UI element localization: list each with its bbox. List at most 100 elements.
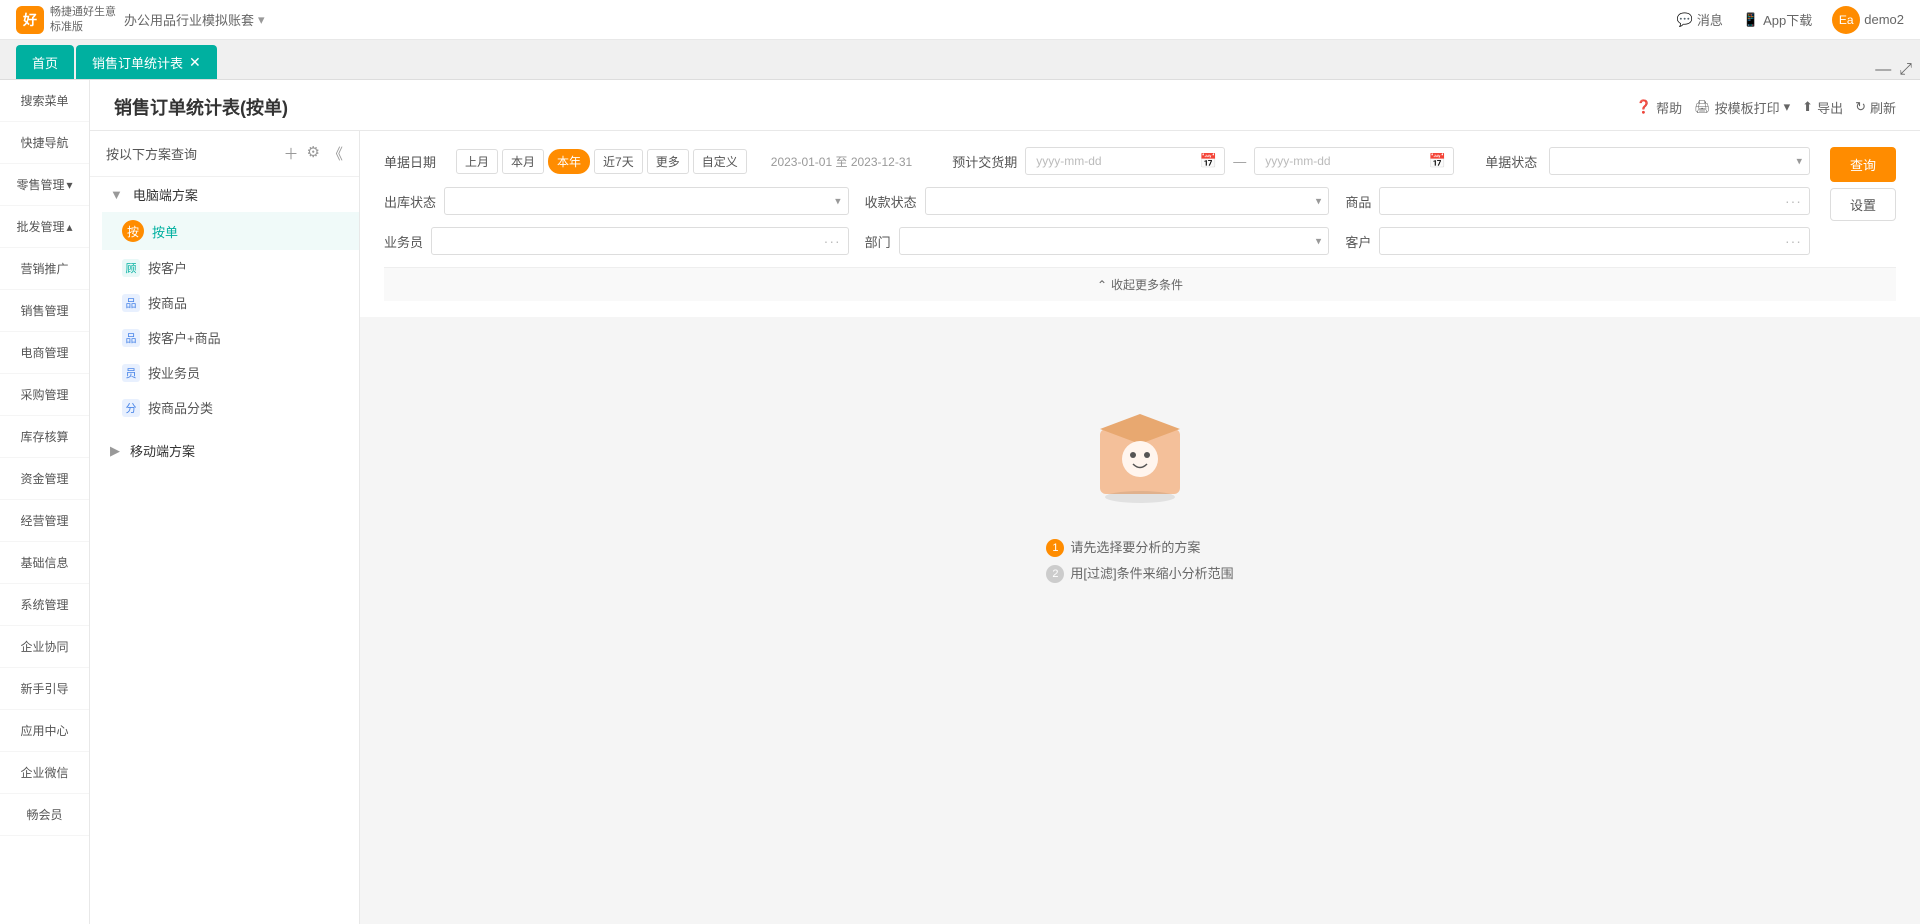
logo-text: 畅捷通好生意 标准版	[50, 5, 116, 34]
content: 销售订单统计表(按单) ❓ 帮助 🖨 按模板打印 ▾ ⬆ 导出 ↻ 刷新	[90, 80, 1920, 924]
tree-item-by-customer-goods[interactable]: 品 按客户+商品	[102, 320, 359, 355]
message-button[interactable]: 💬 消息	[1677, 10, 1723, 29]
export-button[interactable]: ⬆ 导出	[1802, 98, 1843, 117]
payment-status-wrapper: ▾	[925, 187, 1330, 215]
sidebar-item-retail[interactable]: 零售管理 ▾	[0, 164, 89, 206]
right-panel: 单据日期 上月 本月 本年 近7天 更多 自定义 2023-01-01 至 20…	[360, 131, 1920, 924]
user-menu[interactable]: Ea demo2	[1832, 6, 1904, 34]
print-dropdown-icon[interactable]: ▾	[1784, 99, 1791, 115]
tip-item-2: 2 用[过滤]条件来缩小分析范围	[1046, 561, 1233, 587]
sidebar-item-membership[interactable]: 畅会员	[0, 794, 89, 836]
topbar-left: 好 畅捷通好生意 标准版 办公用品行业模拟账套 ▾	[16, 5, 265, 34]
calendar-end-icon[interactable]: 📅	[1429, 153, 1446, 170]
salesperson-input[interactable]	[431, 227, 849, 255]
refresh-button[interactable]: ↻ 刷新	[1855, 98, 1896, 117]
tree-item-by-customer[interactable]: 顾 按客户	[102, 250, 359, 285]
help-button[interactable]: ❓ 帮助	[1636, 98, 1682, 117]
minimize-button[interactable]: —	[1875, 61, 1891, 79]
bill-status-select[interactable]	[1549, 147, 1810, 175]
sidebar-item-sales[interactable]: 销售管理	[0, 290, 89, 332]
tab-sales-order-stats[interactable]: 销售订单统计表 ✕	[76, 45, 217, 79]
left-panel-actions: ＋ ⚙ 《	[284, 143, 343, 164]
sidebar-item-ecommerce[interactable]: 电商管理	[0, 332, 89, 374]
sidebar-item-finance[interactable]: 资金管理	[0, 458, 89, 500]
sidebar-item-wholesale[interactable]: 批发管理 ▴	[0, 206, 89, 248]
page-header-actions: ❓ 帮助 🖨 按模板打印 ▾ ⬆ 导出 ↻ 刷新	[1636, 98, 1896, 117]
maximize-button[interactable]: ⤢	[1899, 61, 1912, 79]
department-select[interactable]	[899, 227, 1330, 255]
sidebar-item-search[interactable]: 搜索菜单	[0, 80, 89, 122]
this-month-btn[interactable]: 本月	[502, 149, 544, 174]
custom-btn[interactable]: 自定义	[693, 149, 747, 174]
app-download-button[interactable]: 📱 App下载	[1743, 10, 1812, 29]
customer-dots-icon[interactable]: ···	[1785, 233, 1802, 249]
collapse-filter-button[interactable]: ⌃ 收起更多条件	[384, 267, 1896, 301]
settings-button[interactable]: 设置	[1830, 188, 1896, 221]
filter-group-goods: 商品 ···	[1345, 187, 1810, 215]
breadcrumb: 办公用品行业模拟账套 ▾	[124, 10, 265, 29]
filter-group-salesperson: 业务员 ···	[384, 227, 849, 255]
payment-status-select[interactable]	[925, 187, 1330, 215]
print-button[interactable]: 🖨 按模板打印 ▾	[1694, 98, 1790, 117]
tree-icon-by-goods: 品	[122, 294, 140, 312]
add-scheme-button[interactable]: ＋	[284, 143, 299, 164]
expected-delivery-end-input[interactable]	[1254, 147, 1454, 175]
filter-group-payment: 收款状态 ▾	[865, 187, 1330, 215]
collapse-icon: ⌃	[1097, 278, 1107, 292]
goods-dots-icon[interactable]: ···	[1785, 193, 1802, 209]
sidebar-item-new-guide[interactable]: 新手引导	[0, 668, 89, 710]
main-layout: 搜索菜单 快捷导航 零售管理 ▾ 批发管理 ▴ 营销推广 销售管理 电商管理 采…	[0, 80, 1920, 924]
sidebar-item-procurement[interactable]: 采购管理	[0, 374, 89, 416]
this-year-btn[interactable]: 本年	[548, 149, 590, 174]
tree-item-by-order[interactable]: 按 按单	[102, 212, 359, 250]
sidebar: 搜索菜单 快捷导航 零售管理 ▾ 批发管理 ▴ 营销推广 销售管理 电商管理 采…	[0, 80, 90, 924]
sidebar-item-system[interactable]: 系统管理	[0, 584, 89, 626]
tree-icon-by-customer-goods: 品	[122, 329, 140, 347]
filter-row-status: 出库状态 ▾ 收款状态	[384, 187, 1810, 215]
sidebar-item-marketing[interactable]: 营销推广	[0, 248, 89, 290]
breadcrumb-dropdown[interactable]: ▾	[258, 12, 265, 28]
expected-delivery-start-wrapper: 📅	[1025, 147, 1225, 175]
filter-row-people: 业务员 ··· 部门	[384, 227, 1810, 255]
tree-item-by-goods[interactable]: 品 按商品	[102, 285, 359, 320]
collapse-panel-button[interactable]: 《	[328, 143, 343, 164]
sidebar-item-enterprise-collab[interactable]: 企业协同	[0, 626, 89, 668]
tip-num-1: 1	[1046, 539, 1064, 557]
bill-status-wrapper: ▾	[1549, 147, 1810, 175]
sidebar-item-inventory[interactable]: 库存核算	[0, 416, 89, 458]
tab-close-icon[interactable]: ✕	[189, 54, 201, 71]
tip-num-2: 2	[1046, 565, 1064, 583]
tree-mobile-section: ▶ 移动端方案	[90, 433, 359, 468]
expected-delivery-start-input[interactable]	[1025, 147, 1225, 175]
empty-illustration	[1080, 399, 1200, 519]
empty-tips: 1 请先选择要分析的方案 2 用[过滤]条件来缩小分析范围	[1046, 535, 1233, 587]
query-button[interactable]: 查询	[1830, 147, 1896, 182]
tree-item-by-goods-category[interactable]: 分 按商品分类	[102, 390, 359, 425]
tree-expand-icon[interactable]: ▼	[110, 187, 123, 202]
customer-input[interactable]	[1379, 227, 1810, 255]
sidebar-item-enterprise-wechat[interactable]: 企业微信	[0, 752, 89, 794]
tree-icon-by-goods-category: 分	[122, 399, 140, 417]
sidebar-item-basic[interactable]: 基础信息	[0, 542, 89, 584]
tab-home[interactable]: 首页	[16, 45, 74, 79]
more-btn[interactable]: 更多	[647, 149, 689, 174]
chevron-down-icon: ▾	[66, 178, 72, 192]
tree-expand-mobile-icon[interactable]: ▶	[110, 443, 120, 459]
goods-input-wrapper: ···	[1379, 187, 1810, 215]
refresh-icon: ↻	[1855, 99, 1866, 115]
last-month-btn[interactable]: 上月	[456, 149, 498, 174]
salesperson-dots-icon[interactable]: ···	[824, 233, 841, 249]
sidebar-item-shortcut[interactable]: 快捷导航	[0, 122, 89, 164]
sidebar-item-operations[interactable]: 经营管理	[0, 500, 89, 542]
settings-scheme-button[interactable]: ⚙	[307, 143, 320, 164]
delivery-status-select[interactable]	[444, 187, 849, 215]
last-7-days-btn[interactable]: 近7天	[594, 149, 643, 174]
page-title: 销售订单统计表(按单)	[114, 94, 288, 120]
calendar-start-icon[interactable]: 📅	[1200, 153, 1217, 170]
goods-input[interactable]	[1379, 187, 1810, 215]
sidebar-item-app-center[interactable]: 应用中心	[0, 710, 89, 752]
tree-item-by-salesperson[interactable]: 员 按业务员	[102, 355, 359, 390]
chevron-up-icon: ▴	[66, 220, 72, 234]
topbar-right: 💬 消息 📱 App下载 Ea demo2	[1677, 6, 1904, 34]
filter-row-date: 单据日期 上月 本月 本年 近7天 更多 自定义 2023-01-01 至 20…	[384, 147, 1810, 175]
